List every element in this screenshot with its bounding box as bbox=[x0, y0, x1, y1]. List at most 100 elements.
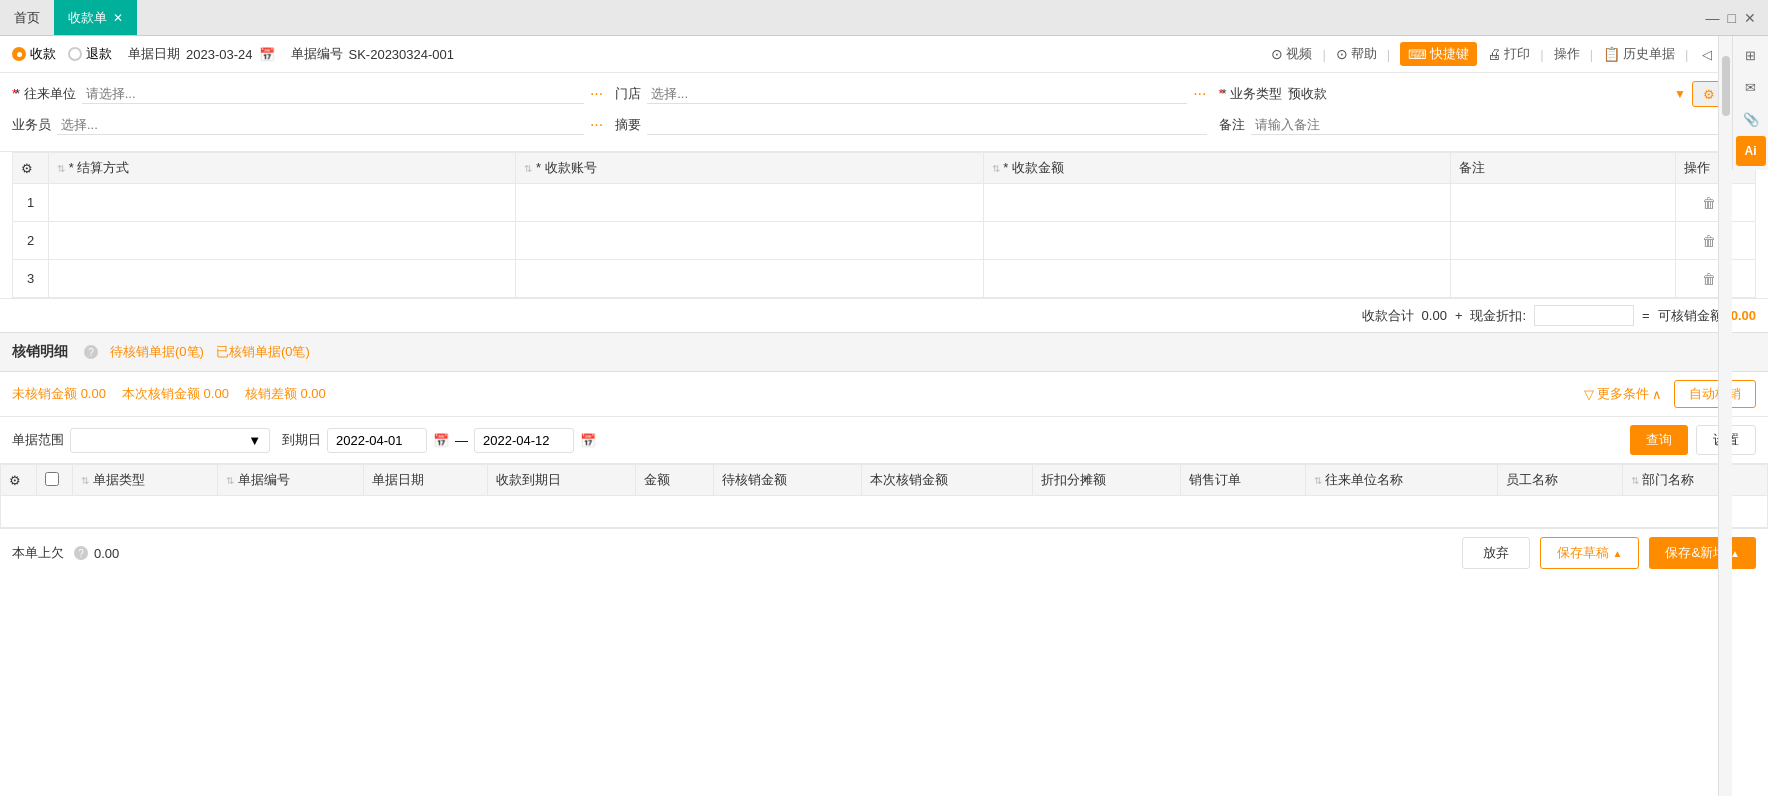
per-page-info-icon[interactable]: ? bbox=[74, 546, 88, 560]
row-2-amount[interactable] bbox=[983, 222, 1450, 260]
lower-th-discount: 折扣分摊额 bbox=[1033, 465, 1181, 496]
filter-row: 未核销金额 0.00 本次核销金额 0.00 核销差额 0.00 ▽ 更多条件 … bbox=[0, 372, 1768, 417]
row-3-note[interactable] bbox=[1450, 260, 1675, 298]
counterpart-label: ** 往来单位 bbox=[12, 85, 76, 103]
row-1-account[interactable] bbox=[516, 184, 983, 222]
row-1-settlement[interactable] bbox=[49, 184, 516, 222]
row-3-delete-icon[interactable]: 🗑 bbox=[1702, 271, 1716, 287]
query-button[interactable]: 查询 bbox=[1630, 425, 1688, 455]
print-icon: 🖨 bbox=[1487, 46, 1501, 62]
row-2-note[interactable] bbox=[1450, 222, 1675, 260]
row-2-num: 2 bbox=[13, 222, 49, 260]
right-scrollbar[interactable] bbox=[1718, 36, 1732, 796]
minimize-button[interactable]: — bbox=[1706, 10, 1720, 26]
date-from-input[interactable] bbox=[327, 428, 427, 453]
help-icon: ⊙ bbox=[1336, 46, 1348, 62]
due-date-label: 到期日 bbox=[282, 431, 321, 449]
lower-th-checkbox bbox=[37, 465, 73, 496]
row-2-account[interactable] bbox=[516, 222, 983, 260]
tab-receipt-close[interactable]: ✕ bbox=[113, 11, 123, 25]
store-ellipsis[interactable]: ··· bbox=[1193, 86, 1206, 102]
form-row-1: ** 往来单位 ··· 门店 ··· ** 业务类型 预收款 ▼ ⚙ 设置 bbox=[12, 81, 1756, 107]
staff-ellipsis[interactable]: ··· bbox=[590, 117, 603, 133]
calendar-from-icon[interactable]: 📅 bbox=[433, 433, 449, 448]
done-tab[interactable]: 已核销单据(0笔) bbox=[216, 343, 310, 361]
th-amount: ⇅ * 收款金额 bbox=[983, 153, 1450, 184]
layout-list-btn[interactable]: ◁ bbox=[1698, 45, 1716, 64]
row-1-op: 🗑 ⧉ bbox=[1676, 184, 1756, 222]
row-1-delete-icon[interactable]: 🗑 bbox=[1702, 195, 1716, 211]
receipt-type-radio: 收款 退款 bbox=[12, 45, 112, 63]
print-btn[interactable]: 🖨 打印 bbox=[1487, 45, 1530, 63]
total-label: 收款合计 bbox=[1362, 307, 1414, 325]
help-btn[interactable]: ⊙ 帮助 bbox=[1336, 45, 1377, 63]
current-stat: 本次核销金额 0.00 bbox=[122, 385, 229, 403]
date-to-input[interactable] bbox=[474, 428, 574, 453]
video-btn[interactable]: ⊙ 视频 bbox=[1271, 45, 1312, 63]
abandon-button[interactable]: 放弃 bbox=[1462, 537, 1530, 569]
row-3-account[interactable] bbox=[516, 260, 983, 298]
range-select[interactable]: ▼ bbox=[70, 428, 270, 453]
save-draft-arrow: ▲ bbox=[1613, 548, 1623, 559]
lower-select-all-checkbox[interactable] bbox=[45, 472, 59, 486]
radio-refund[interactable]: 退款 bbox=[68, 45, 112, 63]
scrollbar-thumb[interactable] bbox=[1722, 56, 1730, 116]
counterpart-input[interactable] bbox=[82, 84, 584, 104]
shortcut-btn[interactable]: ⌨ 快捷键 bbox=[1400, 42, 1477, 66]
lower-th-counterpart: ⇅ 往来单位名称 bbox=[1305, 465, 1497, 496]
calendar-icon[interactable]: 📅 bbox=[259, 47, 275, 62]
row-2-delete-icon[interactable]: 🗑 bbox=[1702, 233, 1716, 249]
sidebar-ai-icon[interactable]: Ai bbox=[1736, 136, 1766, 166]
th-note: 备注 bbox=[1450, 153, 1675, 184]
row-3-settlement[interactable] bbox=[49, 260, 516, 298]
radio-receipt-label: 收款 bbox=[30, 45, 56, 63]
lower-th-date: 单据日期 bbox=[363, 465, 487, 496]
business-type-value: 预收款 bbox=[1288, 85, 1668, 103]
th-settings[interactable]: ⚙ bbox=[13, 153, 49, 184]
radio-receipt[interactable]: 收款 bbox=[12, 45, 56, 63]
number-field: 单据编号 SK-20230324-001 bbox=[291, 45, 455, 63]
number-label: 单据编号 bbox=[291, 45, 343, 63]
number-value[interactable]: SK-20230324-001 bbox=[349, 47, 455, 62]
tab-home[interactable]: 首页 bbox=[0, 0, 54, 35]
operation-btn[interactable]: 操作 bbox=[1554, 45, 1580, 63]
lower-th-settings[interactable]: ⚙ bbox=[1, 465, 37, 496]
date-value[interactable]: 2023-03-24 bbox=[186, 47, 253, 62]
note-input[interactable] bbox=[1251, 115, 1757, 135]
close-button[interactable]: ✕ bbox=[1744, 10, 1756, 26]
lower-th-dept: ⇅ 部门名称 bbox=[1622, 465, 1768, 496]
save-draft-button[interactable]: 保存草稿 ▲ bbox=[1540, 537, 1640, 569]
net-value: 0.00 bbox=[1731, 308, 1756, 323]
calendar-to-icon[interactable]: 📅 bbox=[580, 433, 596, 448]
video-icon: ⊙ bbox=[1271, 46, 1283, 62]
staff-input[interactable] bbox=[57, 115, 584, 135]
section-info-icon[interactable]: ? bbox=[84, 345, 98, 359]
discount-input[interactable] bbox=[1534, 305, 1634, 326]
row-1-note[interactable] bbox=[1450, 184, 1675, 222]
maximize-button[interactable]: □ bbox=[1728, 10, 1736, 26]
date-field: 单据日期 2023-03-24 📅 bbox=[128, 45, 275, 63]
more-conditions-btn[interactable]: ▽ 更多条件 ∧ bbox=[1584, 385, 1662, 403]
history-label: 历史单据 bbox=[1623, 45, 1675, 63]
lower-th-current: 本次核销金额 bbox=[861, 465, 1032, 496]
diff-stat: 核销差额 0.00 bbox=[245, 385, 326, 403]
sidebar-table-icon[interactable]: ⊞ bbox=[1736, 40, 1766, 70]
row-2-settlement[interactable] bbox=[49, 222, 516, 260]
store-input[interactable] bbox=[647, 84, 1187, 104]
row-1-amount[interactable] bbox=[983, 184, 1450, 222]
per-page-label: 本单上欠 bbox=[12, 544, 64, 562]
row-3-amount[interactable] bbox=[983, 260, 1450, 298]
pending-tab[interactable]: 待核销单据(0笔) bbox=[110, 343, 204, 361]
summary-input[interactable] bbox=[647, 115, 1206, 135]
table-area: ⚙ ⇅ * 结算方式 ⇅ * 收款账号 ⇅ * 收款金额 bbox=[0, 152, 1768, 298]
unchecked-stat: 未核销金额 0.00 bbox=[12, 385, 106, 403]
history-btn[interactable]: 📋 历史单据 bbox=[1603, 45, 1675, 63]
auto-offset-button[interactable]: 自动核销 bbox=[1674, 380, 1756, 408]
tab-receipt-label: 收款单 bbox=[68, 9, 107, 27]
business-type-dropdown[interactable]: ▼ bbox=[1674, 87, 1686, 101]
sidebar-clip-icon[interactable]: 📎 bbox=[1736, 104, 1766, 134]
save-new-button[interactable]: 保存&新增 ▲ bbox=[1649, 537, 1756, 569]
tab-receipt[interactable]: 收款单 ✕ bbox=[54, 0, 137, 35]
counterpart-ellipsis[interactable]: ··· bbox=[590, 86, 603, 102]
sidebar-mail-icon[interactable]: ✉ bbox=[1736, 72, 1766, 102]
